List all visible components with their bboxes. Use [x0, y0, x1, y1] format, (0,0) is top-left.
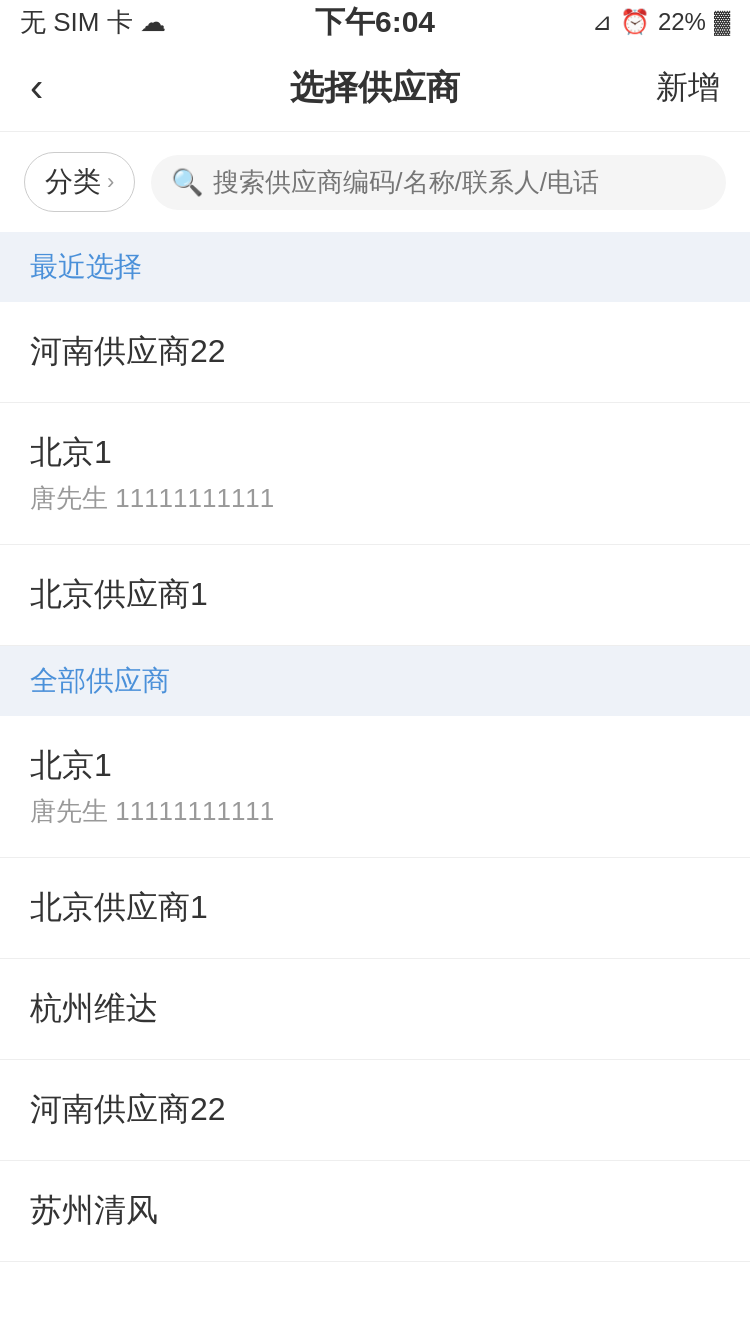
battery-level: 22% — [658, 8, 706, 36]
chevron-right-icon: › — [107, 169, 114, 195]
list-item[interactable]: 北京1 唐先生 11111111111 — [0, 403, 750, 545]
item-name: 苏州清风 — [30, 1189, 720, 1233]
page-title: 选择供应商 — [290, 65, 460, 111]
item-name: 河南供应商22 — [30, 330, 720, 374]
item-name: 河南供应商22 — [30, 1088, 720, 1132]
search-bar: 分类 › 🔍 — [0, 132, 750, 232]
list-item[interactable]: 河南供应商22 — [0, 1060, 750, 1161]
search-input[interactable] — [213, 167, 706, 198]
alarm-icon: ⏰ — [620, 8, 650, 36]
search-input-wrapper: 🔍 — [151, 155, 726, 210]
status-time: 下午6:04 — [315, 2, 435, 43]
section-header-all: 全部供应商 — [0, 646, 750, 716]
nav-bar: ‹ 选择供应商 新增 — [0, 44, 750, 132]
category-label: 分类 — [45, 163, 101, 201]
status-bar: 无 SIM 卡 ☁ 下午6:04 ⊿ ⏰ 22% ▓ — [0, 0, 750, 44]
item-name: 北京1 — [30, 431, 720, 475]
back-button[interactable]: ‹ — [30, 65, 110, 110]
list-item[interactable]: 苏州清风 — [0, 1161, 750, 1262]
list-item[interactable]: 北京供应商1 — [0, 545, 750, 646]
item-sub: 唐先生 11111111111 — [30, 481, 720, 516]
list-item[interactable]: 杭州维达 — [0, 959, 750, 1060]
location-icon: ⊿ — [592, 8, 612, 36]
list-item[interactable]: 河南供应商22 — [0, 302, 750, 403]
category-filter-button[interactable]: 分类 › — [24, 152, 135, 212]
item-name: 北京供应商1 — [30, 573, 720, 617]
search-icon: 🔍 — [171, 167, 203, 198]
item-name: 北京供应商1 — [30, 886, 720, 930]
list-item[interactable]: 北京1 唐先生 11111111111 — [0, 716, 750, 858]
sim-status: 无 SIM 卡 ☁ — [20, 5, 166, 40]
item-sub: 唐先生 11111111111 — [30, 794, 720, 829]
section-header-recent: 最近选择 — [0, 232, 750, 302]
status-right: ⊿ ⏰ 22% ▓ — [592, 8, 730, 36]
status-left: 无 SIM 卡 ☁ — [20, 5, 166, 40]
item-name: 北京1 — [30, 744, 720, 788]
list-item[interactable]: 北京供应商1 — [0, 858, 750, 959]
item-name: 杭州维达 — [30, 987, 720, 1031]
battery-icon: ▓ — [714, 9, 730, 35]
sections-container: 最近选择河南供应商22 北京1 唐先生 11111111111 北京供应商1 全部供应商… — [0, 232, 750, 1262]
add-button[interactable]: 新增 — [656, 66, 720, 110]
